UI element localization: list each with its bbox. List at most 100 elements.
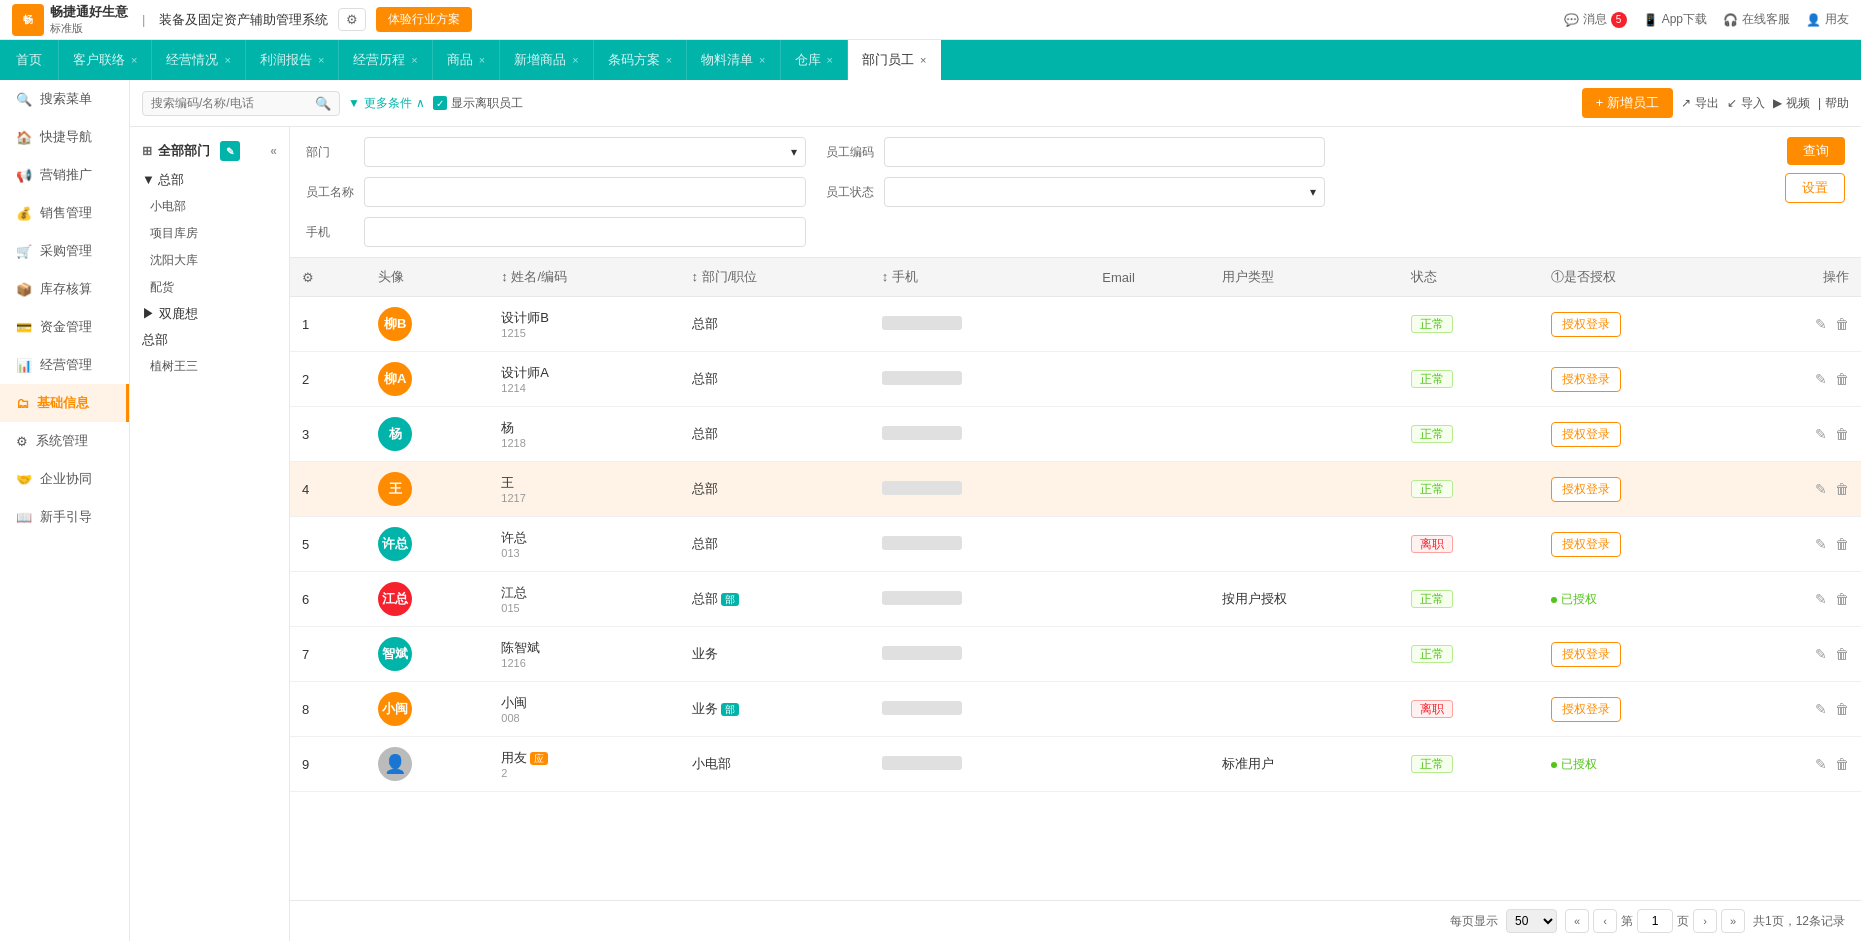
empname-input[interactable]	[364, 177, 806, 207]
dept-child-peihuo[interactable]: 配货	[130, 274, 289, 301]
message-item[interactable]: 💬 消息 5	[1564, 11, 1627, 28]
edit-action-icon[interactable]: ✎	[1815, 371, 1827, 387]
add-employee-button[interactable]: + 新增员工	[1582, 88, 1673, 118]
auth-button[interactable]: 授权登录	[1551, 477, 1621, 502]
sidebar-item-nav[interactable]: 🏠 快捷导航	[0, 118, 129, 156]
query-button[interactable]: 查询	[1787, 137, 1845, 165]
dept-child-xiaodian[interactable]: 小电部	[130, 193, 289, 220]
delete-action-icon[interactable]: 🗑	[1835, 426, 1849, 442]
delete-action-icon[interactable]: 🗑	[1835, 371, 1849, 387]
tab-close[interactable]: ×	[666, 54, 672, 66]
dept-child-xiangmu[interactable]: 项目库房	[130, 220, 289, 247]
tab-operation[interactable]: 经营情况 ×	[152, 40, 245, 80]
edit-action-icon[interactable]: ✎	[1815, 481, 1827, 497]
gear-button[interactable]: ⚙	[338, 8, 366, 31]
status-select[interactable]: ▾	[884, 177, 1326, 207]
tab-department[interactable]: 部门员工 ×	[848, 40, 941, 80]
edit-action-icon[interactable]: ✎	[1815, 646, 1827, 662]
edit-icon[interactable]: ✎	[220, 141, 240, 161]
per-page-select[interactable]: 50 20 100	[1506, 909, 1557, 933]
auth-button[interactable]: 授权登录	[1551, 642, 1621, 667]
dept-select[interactable]: ▾	[364, 137, 806, 167]
reset-button[interactable]: 设置	[1785, 173, 1845, 203]
col-phone[interactable]: ↕ 手机	[870, 258, 1090, 297]
tab-close[interactable]: ×	[759, 54, 765, 66]
sidebar-item-collab[interactable]: 🤝 企业协同	[0, 460, 129, 498]
import-button[interactable]: ↙ 导入	[1727, 95, 1765, 112]
tab-close[interactable]: ×	[572, 54, 578, 66]
tab-barcode[interactable]: 条码方案 ×	[594, 40, 687, 80]
delete-action-icon[interactable]: 🗑	[1835, 756, 1849, 772]
delete-action-icon[interactable]: 🗑	[1835, 316, 1849, 332]
trial-button[interactable]: 体验行业方案	[376, 7, 472, 32]
dept-group-shuangluxiang[interactable]: ▶ 双鹿想	[130, 301, 289, 327]
tab-close[interactable]: ×	[131, 54, 137, 66]
sidebar-item-marketing[interactable]: 📢 营销推广	[0, 156, 129, 194]
delete-action-icon[interactable]: 🗑	[1835, 481, 1849, 497]
page-last[interactable]: »	[1721, 909, 1745, 933]
tab-bom[interactable]: 物料清单 ×	[687, 40, 780, 80]
sidebar-item-management[interactable]: 📊 经营管理	[0, 346, 129, 384]
edit-action-icon[interactable]: ✎	[1815, 591, 1827, 607]
sidebar-item-basic[interactable]: 🗂 基础信息	[0, 384, 129, 422]
edit-dept-icon[interactable]: ✎	[220, 141, 240, 161]
sidebar-item-sales[interactable]: 💰 销售管理	[0, 194, 129, 232]
row-auth[interactable]: 授权登录	[1539, 407, 1738, 462]
tab-close[interactable]: ×	[411, 54, 417, 66]
tab-close[interactable]: ×	[318, 54, 324, 66]
collapse-icon[interactable]: «	[270, 144, 277, 158]
delete-action-icon[interactable]: 🗑	[1835, 536, 1849, 552]
row-auth[interactable]: 授权登录	[1539, 297, 1738, 352]
page-input[interactable]	[1637, 909, 1673, 933]
auth-button[interactable]: 授权登录	[1551, 422, 1621, 447]
sidebar-item-inventory[interactable]: 📦 库存核算	[0, 270, 129, 308]
edit-action-icon[interactable]: ✎	[1815, 426, 1827, 442]
tab-close[interactable]: ×	[920, 54, 926, 66]
row-auth[interactable]: 授权登录	[1539, 462, 1738, 517]
tab-close[interactable]: ×	[224, 54, 230, 66]
page-prev[interactable]: ‹	[1593, 909, 1617, 933]
view-button[interactable]: ▶ 视频	[1773, 95, 1810, 112]
show-inactive-wrap[interactable]: ✓ 显示离职员工	[433, 95, 523, 112]
app-download-item[interactable]: 📱 App下载	[1643, 11, 1707, 28]
sidebar-item-guide[interactable]: 📖 新手引导	[0, 498, 129, 536]
tab-close[interactable]: ×	[827, 54, 833, 66]
page-first[interactable]: «	[1565, 909, 1589, 933]
tab-process[interactable]: 经营历程 ×	[339, 40, 432, 80]
tab-home[interactable]: 首页	[0, 40, 59, 80]
edit-action-icon[interactable]: ✎	[1815, 316, 1827, 332]
delete-action-icon[interactable]: 🗑	[1835, 701, 1849, 717]
export-button[interactable]: ↗ 导出	[1681, 95, 1719, 112]
dept-group-zongbu[interactable]: ▼ 总部	[130, 167, 289, 193]
help-button[interactable]: | 帮助	[1818, 95, 1849, 112]
search-wrap[interactable]: 🔍	[142, 91, 340, 116]
auth-button[interactable]: 授权登录	[1551, 367, 1621, 392]
col-settings[interactable]: ⚙	[290, 258, 366, 297]
show-inactive-checkbox[interactable]: ✓	[433, 96, 447, 110]
col-name[interactable]: ↕ 姓名/编码	[489, 258, 679, 297]
search-input[interactable]	[151, 96, 311, 110]
user-item[interactable]: 👤 用友	[1806, 11, 1849, 28]
tab-add-goods[interactable]: 新增商品 ×	[500, 40, 593, 80]
filter-more-button[interactable]: ▼ 更多条件 ∧	[348, 95, 425, 112]
sidebar-item-finance[interactable]: 💳 资金管理	[0, 308, 129, 346]
col-dept[interactable]: ↕ 部门/职位	[680, 258, 870, 297]
edit-action-icon[interactable]: ✎	[1815, 701, 1827, 717]
row-auth[interactable]: 授权登录	[1539, 517, 1738, 572]
sidebar-item-system[interactable]: ⚙ 系统管理	[0, 422, 129, 460]
row-auth[interactable]: 授权登录	[1539, 627, 1738, 682]
dept-child-shenyang[interactable]: 沈阳大库	[130, 247, 289, 274]
auth-button[interactable]: 授权登录	[1551, 697, 1621, 722]
edit-action-icon[interactable]: ✎	[1815, 756, 1827, 772]
tab-warehouse[interactable]: 仓库 ×	[781, 40, 848, 80]
tab-close[interactable]: ×	[479, 54, 485, 66]
tab-customer[interactable]: 客户联络 ×	[59, 40, 152, 80]
delete-action-icon[interactable]: 🗑	[1835, 591, 1849, 607]
dept-group-zongbu2[interactable]: 总部	[130, 327, 289, 353]
edit-action-icon[interactable]: ✎	[1815, 536, 1827, 552]
row-auth[interactable]: 授权登录	[1539, 682, 1738, 737]
page-next[interactable]: ›	[1693, 909, 1717, 933]
sidebar-item-search[interactable]: 🔍 搜索菜单	[0, 80, 129, 118]
tab-profit[interactable]: 利润报告 ×	[246, 40, 339, 80]
auth-button[interactable]: 授权登录	[1551, 312, 1621, 337]
